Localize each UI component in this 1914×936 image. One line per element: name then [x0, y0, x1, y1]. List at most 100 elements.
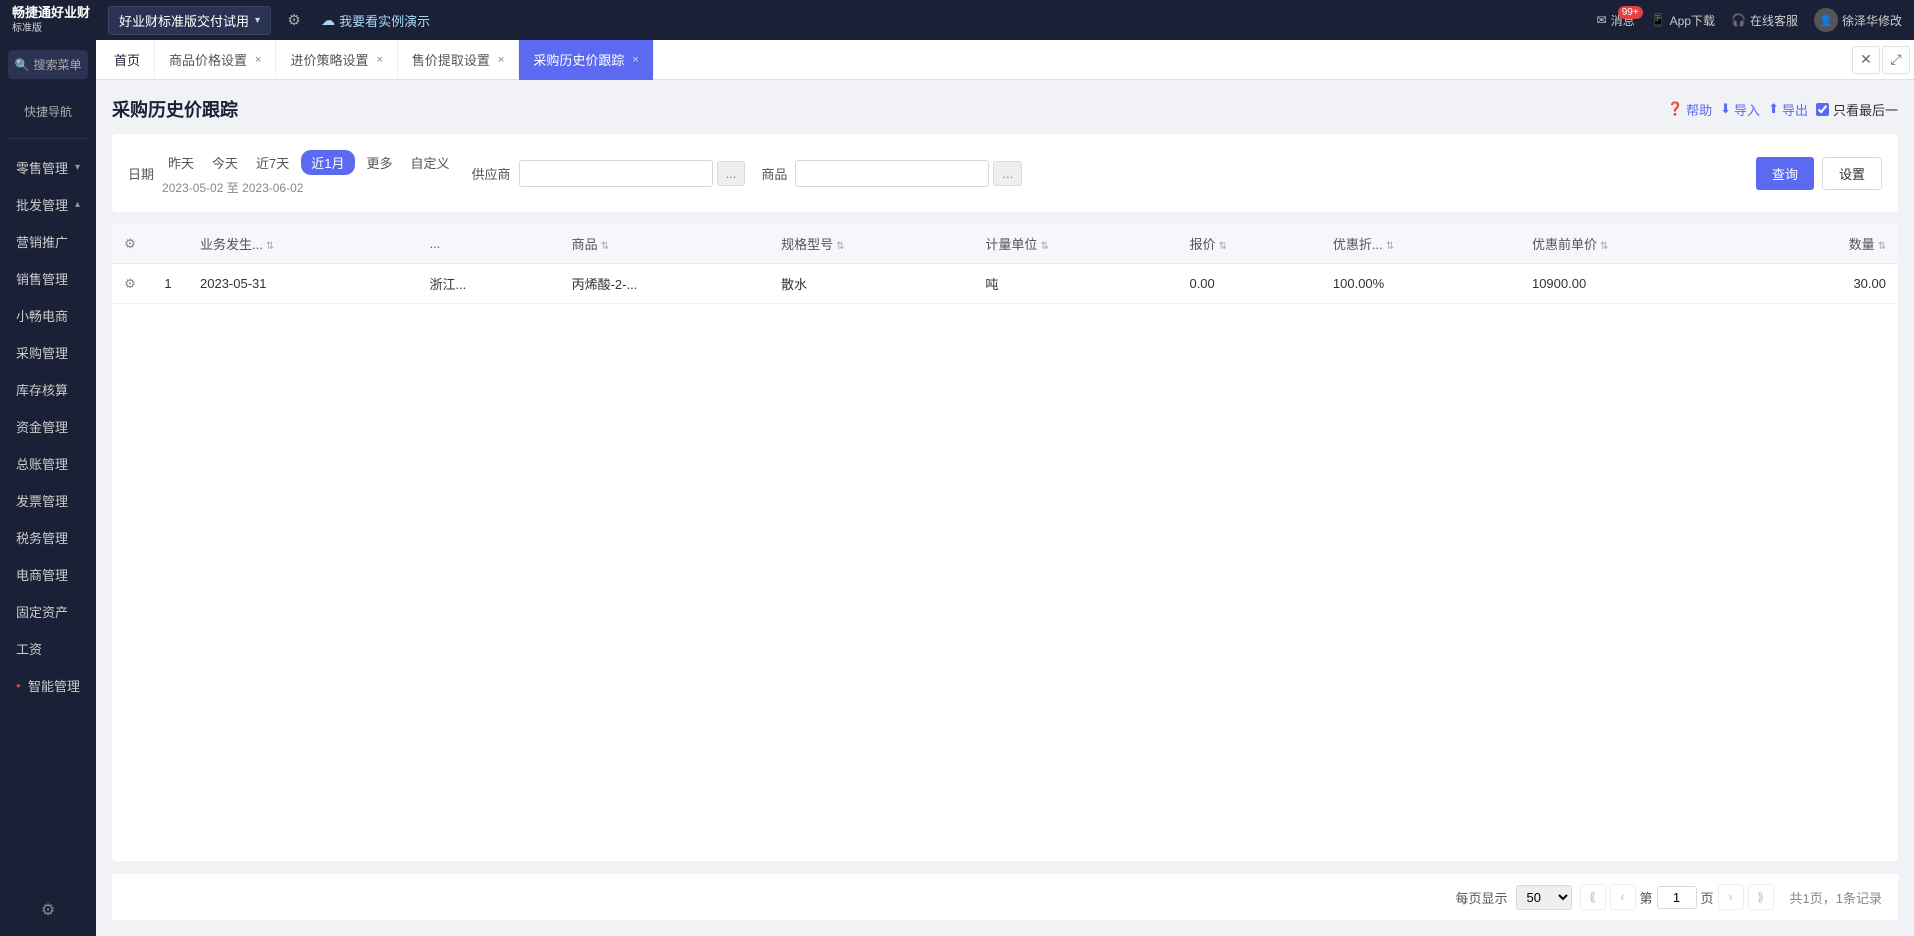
sidebar-item-quick-nav[interactable]: 快捷导航: [6, 95, 90, 128]
demo-link[interactable]: 我要看实例演示: [321, 11, 430, 30]
sidebar-item-ecommerce-small[interactable]: 小畅电商: [8, 297, 88, 334]
row-price: 0.00: [1177, 264, 1320, 304]
chevron-down-icon: ▾: [255, 15, 260, 26]
tab-close-button[interactable]: ✕: [1852, 46, 1880, 74]
date-opt-today[interactable]: 今天: [206, 150, 244, 175]
sidebar-item-invoice[interactable]: 发票管理: [8, 482, 88, 519]
col-more-header[interactable]: ...: [417, 224, 559, 264]
page-suffix: 页: [1701, 888, 1714, 907]
help-link[interactable]: ❓ 帮助: [1667, 100, 1712, 119]
tab-sale-price[interactable]: 售价提取设置 ×: [398, 40, 519, 80]
supplier-input[interactable]: [519, 160, 713, 187]
sidebar-item-sales-label: 销售管理: [16, 269, 68, 288]
sort-icon-pre-discount[interactable]: ⇅: [1600, 241, 1608, 252]
date-options-row: 昨天 今天 近7天 近1月 更多 自定义: [162, 150, 456, 175]
page-size-select[interactable]: 10 20 50 100: [1516, 885, 1572, 910]
online-service-item[interactable]: 🎧 在线客服: [1731, 12, 1798, 29]
tab-price-settings-close[interactable]: ×: [255, 54, 261, 66]
user-info[interactable]: 👤 徐泽华修改: [1814, 8, 1902, 32]
date-opt-last7[interactable]: 近7天: [250, 150, 295, 175]
product-selector[interactable]: 好业财标准版交付试用 ▾: [108, 6, 271, 35]
date-opt-last1m[interactable]: 近1月: [301, 150, 354, 175]
product-input[interactable]: [795, 160, 989, 187]
headphone-icon: 🎧: [1731, 13, 1746, 27]
sidebar-item-finance[interactable]: 资金管理: [8, 408, 88, 445]
sort-icon-unit[interactable]: ⇅: [1040, 241, 1048, 252]
col-price-header[interactable]: 报价⇅: [1177, 224, 1320, 264]
col-biz-date-header[interactable]: 业务发生...⇅: [188, 224, 417, 264]
supplier-input-group: ...: [519, 160, 746, 187]
page-next-button[interactable]: ›: [1718, 884, 1744, 910]
page-prev-button[interactable]: ‹: [1610, 884, 1636, 910]
search-menu-button[interactable]: 🔍 搜索菜单: [8, 50, 88, 79]
sidebar-item-invoice-label: 发票管理: [16, 491, 68, 510]
col-unit-header[interactable]: 计量单位⇅: [973, 224, 1177, 264]
sidebar-settings-button[interactable]: ⚙: [8, 892, 88, 928]
page-last-button[interactable]: ⟫: [1748, 884, 1774, 910]
filter-row: 日期 昨天 今天 近7天 近1月 更多 自定义 2023-05-02 至 202…: [128, 150, 1882, 196]
sidebar-item-smart-mgmt[interactable]: 智能管理: [8, 667, 88, 704]
sidebar-item-ecommerce-label: 电商管理: [16, 565, 68, 584]
sidebar-item-wholesale[interactable]: 批发管理 ▴: [8, 186, 88, 223]
sort-icon-price[interactable]: ⇅: [1218, 241, 1226, 252]
supplier-more-button[interactable]: ...: [717, 161, 746, 186]
sort-icon-biz-date[interactable]: ⇅: [266, 241, 274, 252]
date-opt-yesterday[interactable]: 昨天: [162, 150, 200, 175]
app-download-item[interactable]: 📱 App下载: [1651, 12, 1715, 29]
page-input[interactable]: [1657, 886, 1697, 909]
col-index-header: [148, 224, 188, 264]
tab-history-price[interactable]: 采购历史价跟踪 ×: [519, 40, 653, 80]
import-link[interactable]: ⬇ 导入: [1720, 100, 1760, 119]
page-first-button[interactable]: ⟪: [1580, 884, 1606, 910]
sidebar-item-ecommerce[interactable]: 电商管理: [8, 556, 88, 593]
sidebar-item-retail[interactable]: 零售管理 ▾: [8, 149, 88, 186]
quick-nav-label: 快捷导航: [24, 103, 72, 120]
online-service-label: 在线客服: [1750, 12, 1798, 29]
sort-icon-product[interactable]: ⇅: [601, 241, 609, 252]
col-product-header[interactable]: 商品⇅: [560, 224, 770, 264]
sort-icon-quantity[interactable]: ⇅: [1878, 241, 1886, 252]
export-label: 导出: [1782, 100, 1808, 119]
tab-home[interactable]: 首页: [100, 40, 155, 80]
col-quantity-header[interactable]: 数量⇅: [1754, 224, 1898, 264]
sidebar-item-inventory[interactable]: 库存核算: [8, 371, 88, 408]
sidebar-item-purchase[interactable]: 采购管理: [8, 334, 88, 371]
col-spec-header[interactable]: 规格型号⇅: [769, 224, 973, 264]
tab-purchase-strategy-close[interactable]: ×: [376, 54, 382, 66]
settings-button[interactable]: 设置: [1822, 157, 1882, 190]
tab-history-price-close[interactable]: ×: [632, 54, 638, 66]
export-link[interactable]: ⬆ 导出: [1768, 100, 1808, 119]
date-opt-more[interactable]: 更多: [361, 150, 399, 175]
import-label: 导入: [1734, 100, 1760, 119]
sidebar-item-tax[interactable]: 税务管理: [8, 519, 88, 556]
sidebar-item-accounting[interactable]: 总账管理: [8, 445, 88, 482]
sidebar-item-payroll[interactable]: 工资: [8, 630, 88, 667]
sort-icon-discount-rate[interactable]: ⇅: [1386, 241, 1394, 252]
date-opt-custom[interactable]: 自定义: [405, 150, 456, 175]
sidebar-item-fixed-assets[interactable]: 固定资产: [8, 593, 88, 630]
tab-maximize-button[interactable]: ⤢: [1882, 46, 1910, 74]
page-nav: ⟪ ‹ 第 页 › ⟫: [1580, 884, 1774, 910]
table-container: ⚙ 业务发生...⇅ ... 商品⇅ 规格型号⇅ 计量单位⇅ 报价⇅ 优惠折..…: [112, 224, 1898, 861]
app-logo-main: 畅捷通好业财: [12, 5, 90, 22]
settings-icon[interactable]: ⚙: [281, 7, 307, 33]
gear-row-icon: ⚙: [124, 276, 136, 291]
sidebar-item-marketing[interactable]: 营销推广: [8, 223, 88, 260]
sidebar-item-sales[interactable]: 销售管理: [8, 260, 88, 297]
only-last-checkbox[interactable]: [1816, 103, 1829, 116]
tab-sale-price-close[interactable]: ×: [498, 54, 504, 66]
col-discount-rate-header[interactable]: 优惠折...⇅: [1321, 224, 1520, 264]
tab-price-settings-label: 商品价格设置: [169, 50, 247, 69]
query-button[interactable]: 查询: [1756, 157, 1814, 190]
sidebar-item-smart-mgmt-label: 智能管理: [28, 676, 80, 695]
col-pre-discount-price-header[interactable]: 优惠前单价⇅: [1520, 224, 1755, 264]
col-gear-header[interactable]: ⚙: [112, 224, 148, 264]
tab-price-settings[interactable]: 商品价格设置 ×: [155, 40, 276, 80]
row-quantity: 30.00: [1754, 264, 1898, 304]
message-icon-item[interactable]: ✉ 消息 99+: [1597, 12, 1635, 29]
product-more-button[interactable]: ...: [993, 161, 1022, 186]
only-last-checkbox-label[interactable]: 只看最后一: [1816, 100, 1898, 119]
sort-icon-spec[interactable]: ⇅: [836, 241, 844, 252]
tab-purchase-strategy[interactable]: 进价策略设置 ×: [276, 40, 397, 80]
row-gear[interactable]: ⚙: [112, 264, 148, 304]
